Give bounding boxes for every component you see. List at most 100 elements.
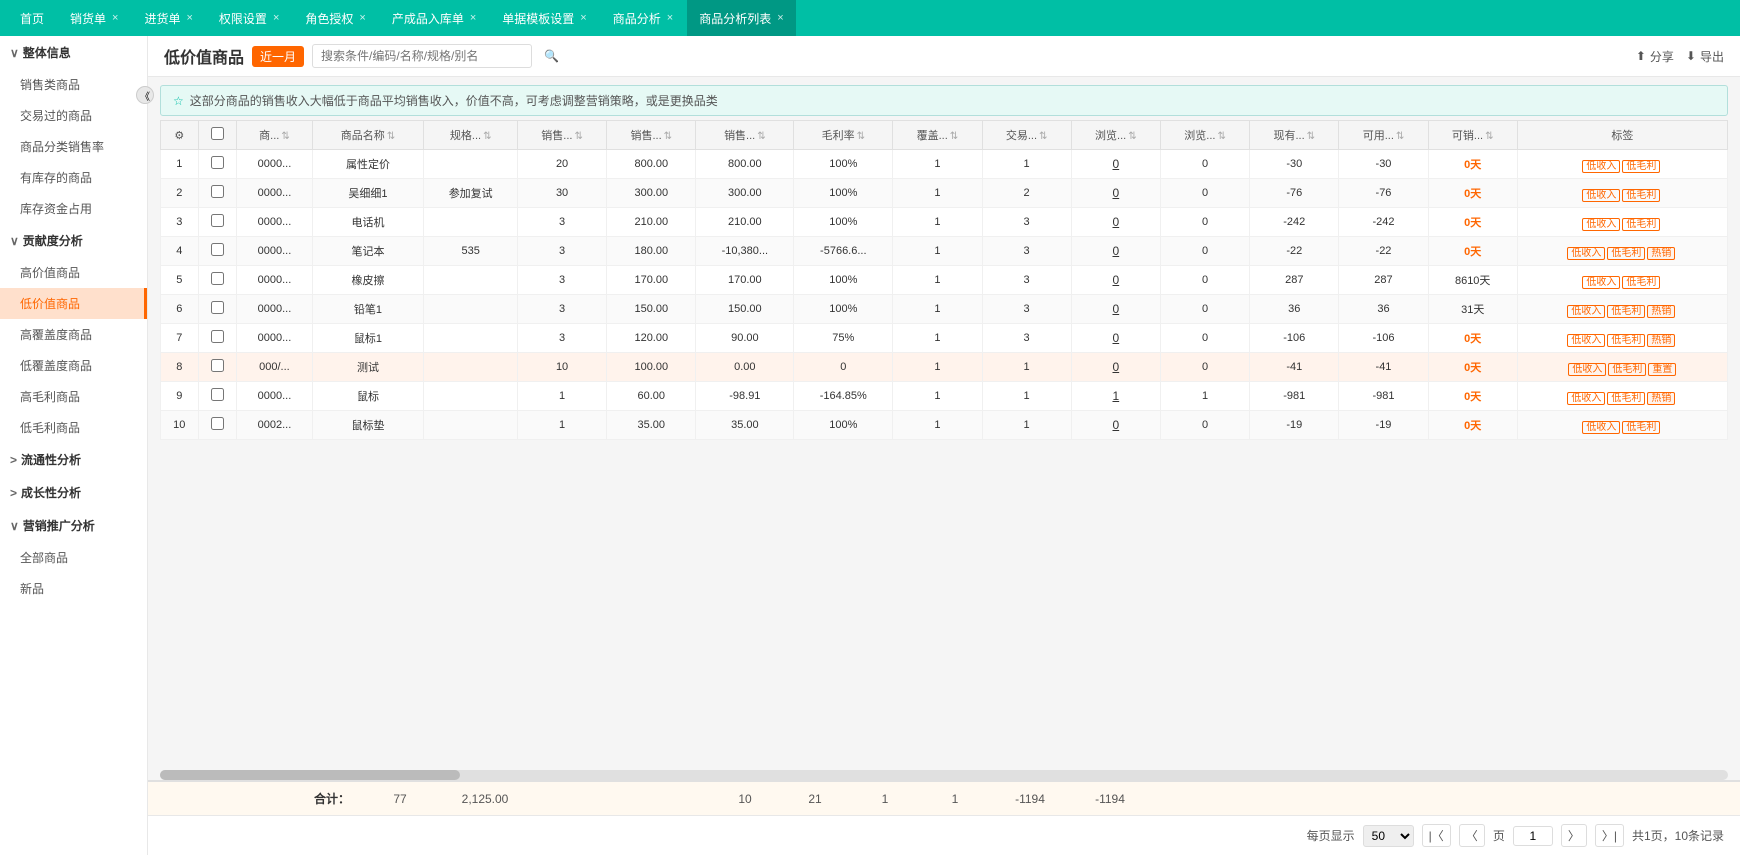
sidebar-item-high-margin[interactable]: 高毛利商品 [0, 381, 147, 412]
row-browse1[interactable]: 0 [1071, 295, 1160, 324]
sidebar-section-circulation[interactable]: > 流通性分析 [0, 443, 147, 476]
browse-link[interactable]: 0 [1112, 418, 1119, 432]
row-browse1[interactable]: 0 [1071, 353, 1160, 382]
prev-page-button[interactable]: 〈 [1459, 824, 1485, 847]
nav-doc-template[interactable]: 单据模板设置 × [490, 0, 598, 36]
close-icon[interactable]: × [777, 12, 783, 24]
sidebar-collapse-button[interactable]: 《 [136, 86, 154, 104]
col-browse1[interactable]: 浏览...⇅ [1071, 121, 1160, 150]
nav-sales-order[interactable]: 销货单 × [58, 0, 130, 36]
search-icon[interactable]: 🔍 [544, 49, 559, 63]
row-browse1[interactable]: 0 [1071, 237, 1160, 266]
row-browse1[interactable]: 1 [1071, 382, 1160, 411]
row-checkbox[interactable] [211, 301, 224, 314]
col-spec[interactable]: 规格...⇅ [424, 121, 518, 150]
row-checkbox[interactable] [211, 214, 224, 227]
sidebar-item-low-value[interactable]: 低价值商品 [0, 288, 147, 319]
col-profit-rate[interactable]: 毛利率⇅ [794, 121, 893, 150]
col-sales-qty[interactable]: 销售...⇅ [517, 121, 606, 150]
nav-product-storage[interactable]: 产成品入库单 × [380, 0, 488, 36]
col-code[interactable]: 商...⇅ [237, 121, 312, 150]
row-checkbox[interactable] [211, 330, 224, 343]
browse-link[interactable]: 0 [1112, 244, 1119, 258]
col-checkbox[interactable] [198, 121, 237, 150]
close-icon[interactable]: × [273, 12, 279, 24]
sidebar-item-low-margin[interactable]: 低毛利商品 [0, 412, 147, 443]
nav-purchase-order[interactable]: 进货单 × [132, 0, 204, 36]
sidebar-item-inventory-capital[interactable]: 库存资金占用 [0, 193, 147, 224]
row-browse1[interactable]: 0 [1071, 266, 1160, 295]
nav-home[interactable]: 首页 [8, 0, 56, 36]
col-trade[interactable]: 交易...⇅ [982, 121, 1071, 150]
sidebar-section-growth[interactable]: > 成长性分析 [0, 476, 147, 509]
browse-link[interactable]: 0 [1112, 331, 1119, 345]
row-checkbox[interactable] [211, 272, 224, 285]
browse-link[interactable]: 0 [1112, 186, 1119, 200]
nav-role-auth[interactable]: 角色授权 × [293, 0, 377, 36]
next-page-button[interactable]: 〉 [1561, 824, 1587, 847]
col-sales-amount2[interactable]: 销售...⇅ [696, 121, 794, 150]
row-checkbox-cell[interactable] [198, 208, 237, 237]
nav-product-analysis-list[interactable]: 商品分析列表 × [687, 0, 795, 36]
col-coverage[interactable]: 覆盖...⇅ [893, 121, 982, 150]
share-button[interactable]: ⬆ 分享 [1636, 48, 1674, 65]
nav-permission[interactable]: 权限设置 × [207, 0, 291, 36]
close-icon[interactable]: × [112, 12, 118, 24]
per-page-select[interactable]: 50 100 200 [1363, 825, 1414, 847]
row-checkbox[interactable] [211, 388, 224, 401]
row-checkbox[interactable] [211, 417, 224, 430]
close-icon[interactable]: × [359, 12, 365, 24]
sidebar-item-new-goods[interactable]: 新品 [0, 573, 147, 604]
row-checkbox[interactable] [211, 156, 224, 169]
sidebar-item-stocked-goods[interactable]: 有库存的商品 [0, 162, 147, 193]
sidebar-item-high-coverage[interactable]: 高覆盖度商品 [0, 319, 147, 350]
row-checkbox-cell[interactable] [198, 295, 237, 324]
col-settings[interactable]: ⚙ [161, 121, 199, 150]
sidebar-section-contribution[interactable]: ∨ 贡献度分析 [0, 224, 147, 257]
sidebar-item-low-coverage[interactable]: 低覆盖度商品 [0, 350, 147, 381]
col-stock[interactable]: 现有...⇅ [1250, 121, 1339, 150]
col-browse2[interactable]: 浏览...⇅ [1160, 121, 1249, 150]
browse-link[interactable]: 1 [1112, 389, 1119, 403]
close-icon[interactable]: × [470, 12, 476, 24]
row-checkbox-cell[interactable] [198, 411, 237, 440]
sidebar-item-sales-goods[interactable]: 销售类商品 [0, 69, 147, 100]
row-checkbox-cell[interactable] [198, 150, 237, 179]
first-page-button[interactable]: |〈 [1422, 824, 1451, 847]
row-checkbox-cell[interactable] [198, 324, 237, 353]
browse-link[interactable]: 0 [1112, 360, 1119, 374]
row-browse1[interactable]: 0 [1071, 324, 1160, 353]
col-sellable[interactable]: 可销...⇅ [1428, 121, 1517, 150]
browse-link[interactable]: 0 [1112, 215, 1119, 229]
sidebar-section-overall[interactable]: ∨ 整体信息 [0, 36, 147, 69]
close-icon[interactable]: × [186, 12, 192, 24]
search-input[interactable] [312, 44, 532, 68]
row-checkbox-cell[interactable] [198, 179, 237, 208]
row-checkbox-cell[interactable] [198, 237, 237, 266]
page-number-input[interactable] [1513, 826, 1553, 846]
row-checkbox[interactable] [211, 359, 224, 372]
browse-link[interactable]: 0 [1112, 302, 1119, 316]
select-all-checkbox[interactable] [211, 127, 224, 140]
row-browse1[interactable]: 0 [1071, 179, 1160, 208]
close-icon[interactable]: × [667, 12, 673, 24]
sidebar-item-all-goods[interactable]: 全部商品 [0, 542, 147, 573]
row-checkbox-cell[interactable] [198, 382, 237, 411]
row-browse1[interactable]: 0 [1071, 208, 1160, 237]
col-name[interactable]: 商品名称⇅ [312, 121, 424, 150]
col-sales-amount1[interactable]: 销售...⇅ [607, 121, 696, 150]
time-range-button[interactable]: 近一月 [252, 46, 304, 67]
browse-link[interactable]: 0 [1112, 157, 1119, 171]
col-usable[interactable]: 可用...⇅ [1339, 121, 1428, 150]
row-browse1[interactable]: 0 [1071, 411, 1160, 440]
export-button[interactable]: ⬇ 导出 [1686, 48, 1724, 65]
browse-link[interactable]: 0 [1112, 273, 1119, 287]
horizontal-scrollbar[interactable] [160, 770, 1728, 780]
sidebar-item-category-sales-rate[interactable]: 商品分类销售率 [0, 131, 147, 162]
row-checkbox[interactable] [211, 185, 224, 198]
sidebar-section-marketing[interactable]: ∨ 营销推广分析 [0, 509, 147, 542]
row-browse1[interactable]: 0 [1071, 150, 1160, 179]
scroll-thumb[interactable] [160, 770, 460, 780]
sidebar-item-high-value[interactable]: 高价值商品 [0, 257, 147, 288]
row-checkbox-cell[interactable] [198, 353, 237, 382]
